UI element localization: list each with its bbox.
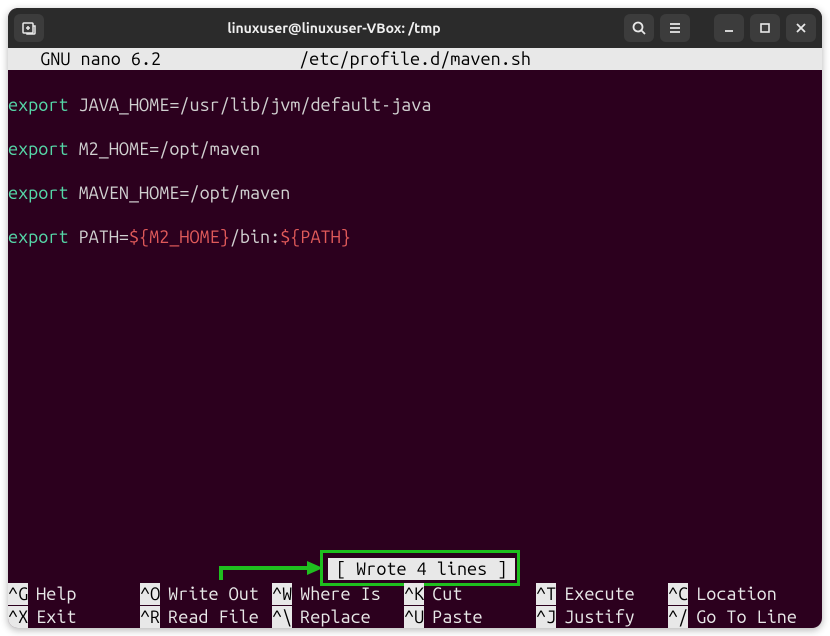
code-line: export PATH=${M2_HOME}/bin:${PATH} — [8, 226, 822, 248]
maximize-button[interactable] — [750, 14, 780, 42]
shortcut-key: ^\ — [272, 606, 292, 628]
status-row: [ Wrote 4 lines ] — [8, 558, 822, 582]
shortcut-location[interactable]: ^CLocation — [668, 582, 800, 605]
window-title: linuxuser@linuxuser-VBox: /tmp — [44, 20, 624, 36]
shortcut-key: ^W — [272, 583, 292, 605]
shortcut-go-to-line[interactable]: ^/Go To Line — [668, 605, 800, 628]
search-button[interactable] — [624, 14, 654, 42]
shortcut-key: ^J — [536, 606, 556, 628]
shortcut-label: Go To Line — [688, 606, 797, 628]
status-message: [ Wrote 4 lines ] — [328, 558, 515, 580]
shortcut-label: Exit — [28, 606, 76, 628]
new-tab-button[interactable] — [14, 14, 44, 42]
shortcut-key: ^C — [668, 583, 688, 605]
shortcut-key: ^O — [140, 583, 160, 605]
shortcut-key: ^G — [8, 583, 28, 605]
shortcut-exit[interactable]: ^XExit — [8, 605, 140, 628]
shortcut-cut[interactable]: ^KCut — [404, 582, 536, 605]
menu-button[interactable] — [660, 14, 690, 42]
shortcut-paste[interactable]: ^UPaste — [404, 605, 536, 628]
nano-header: GNU nano 6.2 /etc/profile.d/maven.sh GNU… — [8, 48, 822, 70]
shortcut-execute[interactable]: ^TExecute — [536, 582, 668, 605]
minimize-button[interactable] — [714, 14, 744, 42]
shortcut-label: Justify — [556, 606, 635, 628]
shortcut-key: ^/ — [668, 606, 688, 628]
shortcut-justify[interactable]: ^JJustify — [536, 605, 668, 628]
terminal-window: linuxuser@linuxuser-VBox: /tmp — [8, 8, 822, 628]
nano-shortcuts: ^GHelp^OWrite Out^WWhere Is^KCut^TExecut… — [8, 582, 822, 628]
shortcut-help[interactable]: ^GHelp — [8, 582, 140, 605]
nano-app-label: GNU nano 6.2 — [20, 48, 161, 70]
code-line: export M2_HOME=/opt/maven — [8, 138, 822, 160]
shortcut-label: Execute — [556, 583, 635, 605]
shortcut-label: Location — [688, 583, 777, 605]
shortcut-key: ^U — [404, 606, 424, 628]
titlebar: linuxuser@linuxuser-VBox: /tmp — [8, 8, 822, 48]
shortcut-read-file[interactable]: ^RRead File — [140, 605, 272, 628]
shortcut-key: ^K — [404, 583, 424, 605]
shortcut-key: ^X — [8, 606, 28, 628]
shortcut-key: ^R — [140, 606, 160, 628]
shortcut-label: Where Is — [292, 583, 381, 605]
shortcut-label: Paste — [424, 606, 482, 628]
shortcut-label: Replace — [292, 606, 371, 628]
close-button[interactable] — [786, 14, 816, 42]
shortcut-replace[interactable]: ^\Replace — [272, 605, 404, 628]
file-contents[interactable]: export JAVA_HOME=/usr/lib/jvm/default-ja… — [8, 70, 822, 292]
shortcut-key: ^T — [536, 583, 556, 605]
nano-editor[interactable]: GNU nano 6.2 /etc/profile.d/maven.sh GNU… — [8, 48, 822, 628]
nano-file-path: /etc/profile.d/maven.sh — [161, 48, 669, 70]
shortcut-label: Read File — [160, 606, 259, 628]
shortcut-write-out[interactable]: ^OWrite Out — [140, 582, 272, 605]
shortcut-label: Write Out — [160, 583, 259, 605]
shortcut-label: Cut — [424, 583, 462, 605]
shortcut-label: Help — [28, 583, 76, 605]
code-line: export JAVA_HOME=/usr/lib/jvm/default-ja… — [8, 94, 822, 116]
shortcut-where-is[interactable]: ^WWhere Is — [272, 582, 404, 605]
code-line: export MAVEN_HOME=/opt/maven — [8, 182, 822, 204]
